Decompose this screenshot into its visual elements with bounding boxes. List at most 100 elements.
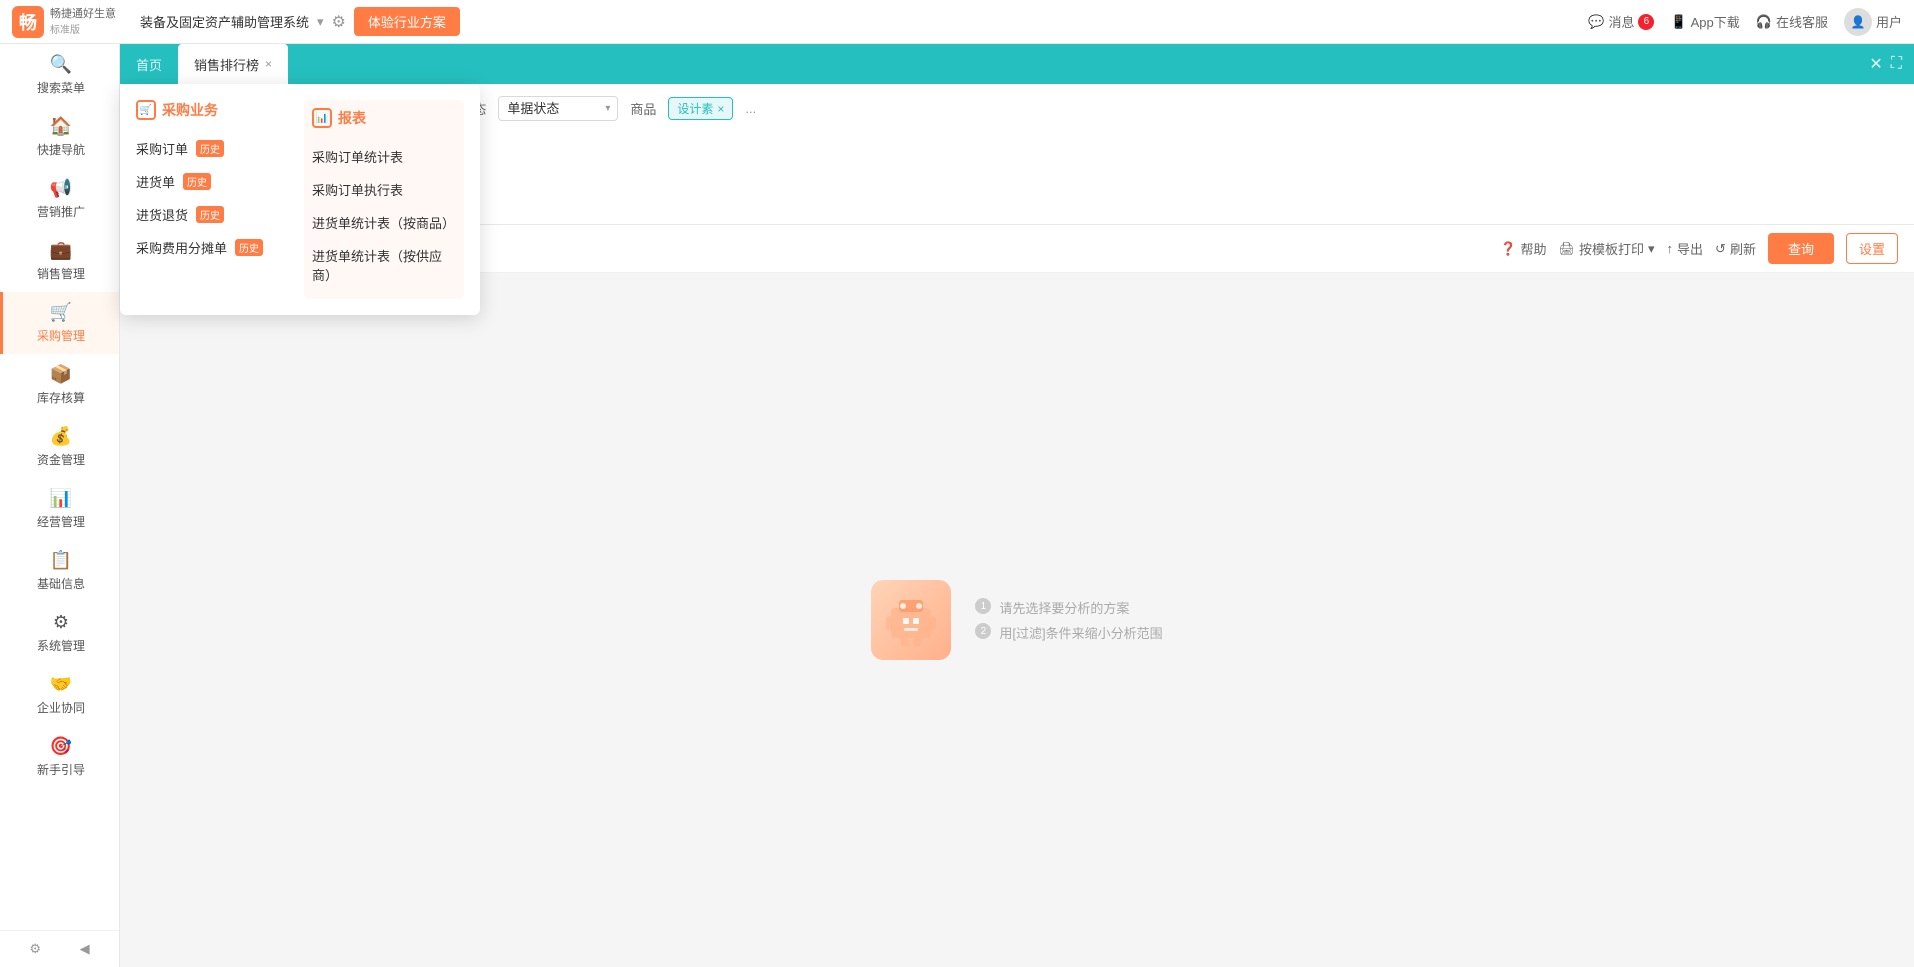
hint-text-1: 请先选择要分析的方案 (999, 598, 1129, 617)
sidebar-label-search: 搜索菜单 (37, 79, 85, 96)
phone-icon: 📱 (1670, 14, 1686, 30)
sidebar-label-basic: 基础信息 (37, 575, 85, 592)
sidebar: 🔍 搜索菜单 🏠 快捷导航 📢 营销推广 💼 销售管理 🛒 采购管理 📦 库存核… (0, 44, 120, 967)
sidebar-item-enterprise[interactable]: 🤝 企业协同 (0, 664, 119, 726)
menu-item-po-stats[interactable]: 采购订单统计表 (312, 140, 456, 173)
sidebar-item-newbie[interactable]: 🎯 新手引导 (0, 726, 119, 788)
settings-bottom-icon[interactable]: ⚙ (29, 941, 41, 957)
online-service-item[interactable]: 🎧 在线客服 (1756, 12, 1828, 31)
handshake-icon: 🤝 (50, 674, 72, 695)
menu-item-incoming[interactable]: 进货单 历史 (136, 165, 280, 198)
purchase-col-title: 🛒 采购业务 (136, 100, 280, 120)
hint-text-2: 用[过滤]条件来缩小分析范围 (999, 623, 1162, 642)
purchase-col: 🛒 采购业务 采购订单 历史 进货单 历史 进货退货 历史 采购费用分摊单 历史 (136, 100, 280, 299)
incoming-label: 进货单 (136, 172, 175, 191)
money-icon: 💰 (50, 426, 72, 447)
app-download-item[interactable]: 📱 App下载 (1670, 12, 1739, 31)
report-col-title: 📊 报表 (312, 108, 456, 128)
setting-button[interactable]: 设置 (1846, 233, 1898, 264)
print-btn[interactable]: 🖨 按模板打印 ▾ (1558, 239, 1654, 258)
help-btn[interactable]: ❓ 帮助 (1500, 239, 1546, 258)
sidebar-label-purchase: 采购管理 (37, 327, 85, 344)
avatar: 👤 (1844, 8, 1872, 36)
industry-btn[interactable]: 体验行业方案 (354, 7, 460, 36)
sidebar-item-quicknav[interactable]: 🏠 快捷导航 (0, 106, 119, 168)
goods-tag-close[interactable]: × (717, 102, 724, 116)
top-bar-middle: 装备及固定资产辅助管理系统 ▾ ⚙ 体验行业方案 (140, 7, 1588, 36)
query-button[interactable]: 查询 (1768, 233, 1834, 264)
dropdown-arrow-icon[interactable]: ▾ (317, 14, 324, 30)
tab-close-icon[interactable]: × (265, 57, 272, 71)
dropdown-menu: 🛒 采购业务 采购订单 历史 进货单 历史 进货退货 历史 采购费用分摊单 历史… (120, 84, 480, 315)
empty-hint-1: 1 请先选择要分析的方案 (975, 598, 1162, 617)
refresh-label: 刷新 (1730, 239, 1756, 258)
print-icon: 🖨 (1558, 241, 1575, 257)
tab-active-label: 销售排行榜 (194, 55, 259, 74)
print-arrow-icon: ▾ (1648, 241, 1655, 257)
sidebar-item-search[interactable]: 🔍 搜索菜单 (0, 44, 119, 106)
empty-svg (881, 590, 941, 650)
sidebar-item-purchase[interactable]: 🛒 采购管理 (0, 292, 119, 354)
maximize-icon[interactable]: ⛶ (1891, 55, 1902, 73)
home-icon: 🏠 (50, 116, 72, 137)
incoming-by-supplier-label: 进货单统计表（按供应商） (312, 246, 456, 284)
sidebar-label-system: 系统管理 (37, 637, 85, 654)
goods-tag[interactable]: 设计素 × (668, 97, 733, 120)
sidebar-item-inventory[interactable]: 📦 库存核算 (0, 354, 119, 416)
menu-item-return[interactable]: 进货退货 历史 (136, 198, 280, 231)
gear-icon: ⚙ (53, 612, 69, 633)
export-btn[interactable]: ↑ 导出 (1667, 239, 1704, 258)
return-label: 进货退货 (136, 205, 188, 224)
chart-icon: 📊 (50, 488, 72, 509)
hint-num-2: 2 (975, 623, 991, 639)
cost-split-history: 历史 (235, 239, 263, 256)
message-icon: 💬 (1588, 14, 1604, 30)
tab-home[interactable]: 首页 (120, 44, 178, 84)
empty-hints: 1 请先选择要分析的方案 2 用[过滤]条件来缩小分析范围 (975, 598, 1162, 642)
goods-label: 商品 (630, 99, 656, 118)
menu-item-purchase-order[interactable]: 采购订单 历史 (136, 132, 280, 165)
incoming-history: 历史 (183, 173, 211, 190)
report-title-text: 报表 (338, 108, 366, 128)
sidebar-item-marketing[interactable]: 📢 营销推广 (0, 168, 119, 230)
logo-icon: 畅 (12, 6, 44, 38)
menu-item-incoming-by-goods[interactable]: 进货单统计表（按商品） (312, 206, 456, 239)
tab-bar-right: ✕ ⛶ (1869, 54, 1914, 74)
incoming-by-goods-label: 进货单统计表（按商品） (312, 213, 455, 232)
close-window-icon[interactable]: ✕ (1869, 54, 1882, 74)
sidebar-bottom: ⚙ ◀ (0, 930, 119, 967)
message-item[interactable]: 💬 消息 6 (1588, 12, 1654, 31)
empty-area: 1 请先选择要分析的方案 2 用[过滤]条件来缩小分析范围 (120, 273, 1914, 967)
sidebar-label-finance: 资金管理 (37, 451, 85, 468)
refresh-icon: ↺ (1715, 241, 1726, 257)
sidebar-item-finance[interactable]: 💰 资金管理 (0, 416, 119, 478)
cost-split-label: 采购费用分摊单 (136, 238, 227, 257)
tab-sales-ranking[interactable]: 销售排行榜 × (178, 44, 288, 84)
po-exec-label: 采购订单执行表 (312, 180, 403, 199)
user-item[interactable]: 👤 用户 (1844, 8, 1902, 36)
settings-icon[interactable]: ⚙ (332, 12, 346, 32)
logo-area: 畅 畅捷通好生意 标准版 (12, 6, 132, 38)
empty-hint-2: 2 用[过滤]条件来缩小分析范围 (975, 623, 1162, 642)
refresh-btn[interactable]: ↺ 刷新 (1715, 239, 1756, 258)
menu-item-incoming-by-supplier[interactable]: 进货单统计表（按供应商） (312, 239, 456, 291)
sidebar-label-sales: 销售管理 (37, 265, 85, 282)
sidebar-item-basic[interactable]: 📋 基础信息 (0, 540, 119, 602)
message-label: 消息 (1608, 12, 1634, 31)
purchase-order-history: 历史 (196, 140, 224, 157)
report-col-icon: 📊 (312, 108, 332, 128)
sidebar-item-sales[interactable]: 💼 销售管理 (0, 230, 119, 292)
sidebar-item-operations[interactable]: 📊 经营管理 (0, 478, 119, 540)
menu-item-cost-split[interactable]: 采购费用分摊单 历史 (136, 231, 280, 264)
collapse-sidebar-icon[interactable]: ◀ (80, 941, 90, 957)
logo-version: 标准版 (50, 21, 116, 36)
app-download-label: App下载 (1691, 12, 1740, 31)
goods-dots[interactable]: ... (745, 101, 756, 116)
help-icon: ❓ (1500, 241, 1516, 257)
sidebar-item-system[interactable]: ⚙ 系统管理 (0, 602, 119, 664)
clipboard-icon: 📋 (50, 550, 72, 571)
menu-item-po-exec[interactable]: 采购订单执行表 (312, 173, 456, 206)
goods-tag-text: 设计素 (677, 100, 713, 117)
bill-status-select[interactable]: 单据状态 (498, 96, 618, 121)
return-history: 历史 (196, 206, 224, 223)
